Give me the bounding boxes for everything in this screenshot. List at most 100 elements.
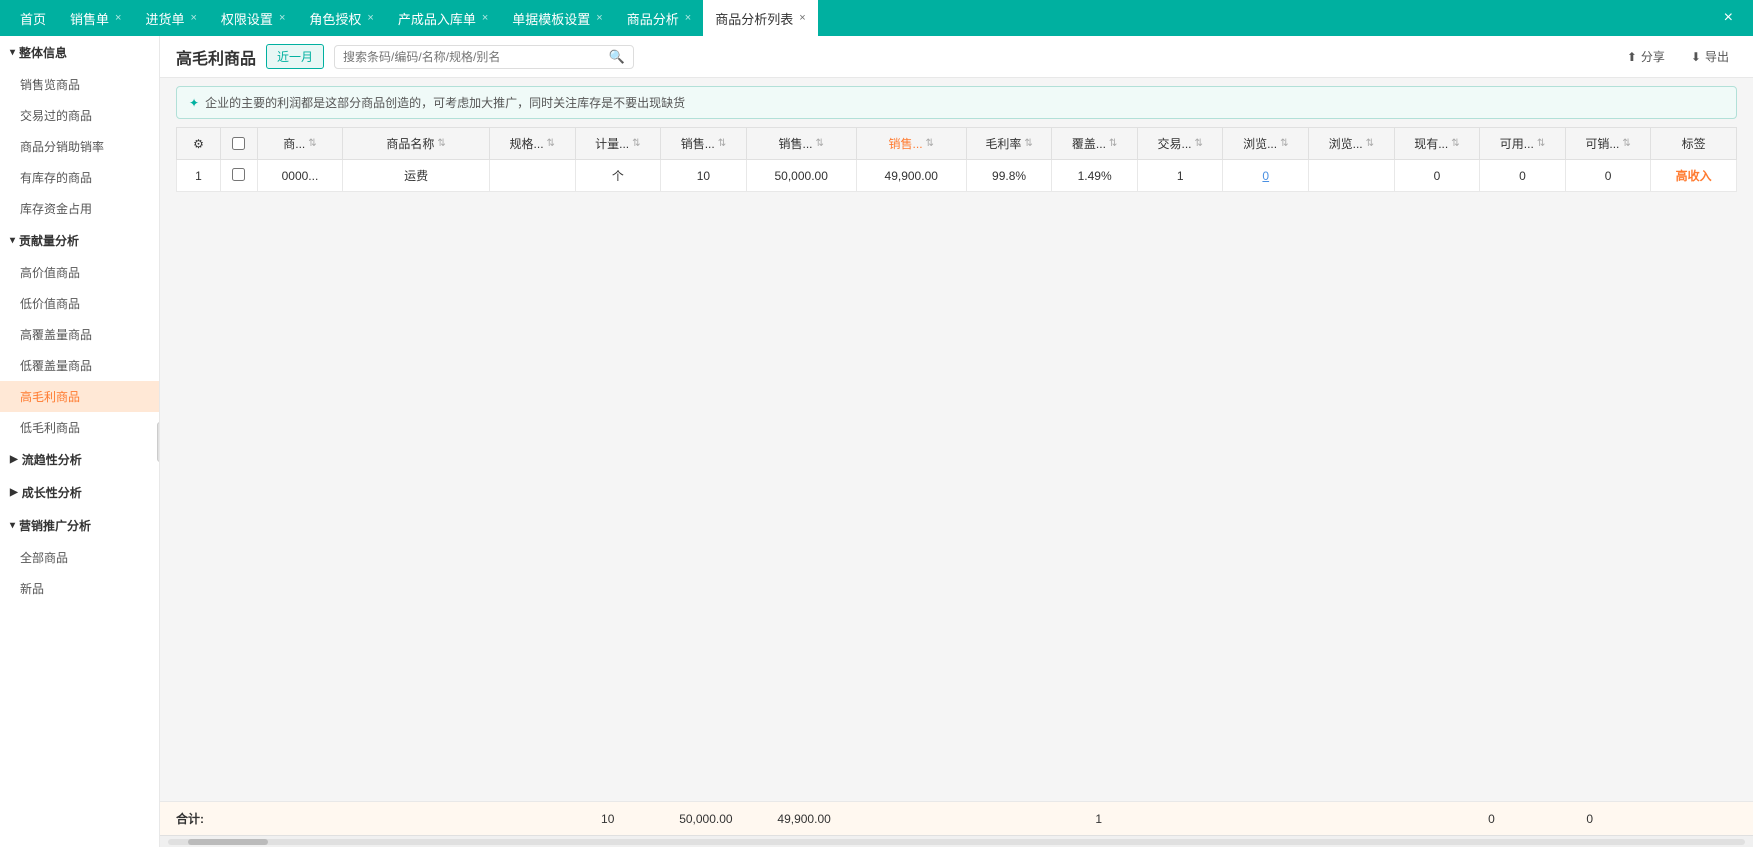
col-sales2[interactable]: 销售...⇅ bbox=[746, 128, 856, 160]
cell-unit: 个 bbox=[575, 160, 661, 192]
expand-icon: ▾ bbox=[10, 520, 15, 531]
footer-cell-sales1: 10 bbox=[559, 812, 657, 826]
share-button[interactable]: ⬆ 分享 bbox=[1619, 45, 1673, 68]
sidebar-item-high-coverage[interactable]: 高覆盖量商品 bbox=[0, 319, 159, 350]
sidebar-item-goods-assist-rate[interactable]: 商品分销助销率 bbox=[0, 131, 159, 162]
window-close-button[interactable]: × bbox=[1712, 9, 1745, 27]
close-icon[interactable]: × bbox=[190, 12, 196, 24]
col-code[interactable]: 商...⇅ bbox=[257, 128, 343, 160]
close-icon[interactable]: × bbox=[279, 12, 285, 24]
sidebar-group-contribution[interactable]: ▾ 贡献量分析 bbox=[0, 224, 159, 257]
export-icon: ⬇ bbox=[1691, 50, 1701, 64]
horizontal-scrollbar[interactable] bbox=[160, 835, 1753, 847]
sidebar-item-all-goods[interactable]: 全部商品 bbox=[0, 542, 159, 573]
col-sales1[interactable]: 销售...⇅ bbox=[661, 128, 747, 160]
col-checkbox[interactable] bbox=[221, 128, 258, 160]
cell-available: 0 bbox=[1480, 160, 1566, 192]
sidebar-group-marketing[interactable]: ▾ 营销推广分析 bbox=[0, 509, 159, 542]
cell-browse2 bbox=[1309, 160, 1395, 192]
footer-cell-transaction: 1 bbox=[1050, 812, 1148, 826]
sidebar-item-sales-goods[interactable]: 销售览商品 bbox=[0, 69, 159, 100]
cell-sales1: 10 bbox=[661, 160, 747, 192]
search-icon: 🔍 bbox=[609, 49, 625, 65]
cell-index: 1 bbox=[177, 160, 221, 192]
cell-coverage: 1.49% bbox=[1052, 160, 1138, 192]
close-icon[interactable]: × bbox=[115, 12, 121, 24]
nav-goods-analysis-list[interactable]: 商品分析列表 × bbox=[703, 0, 817, 36]
select-all-checkbox[interactable] bbox=[232, 137, 245, 150]
filter-last-month-button[interactable]: 近一月 bbox=[266, 44, 324, 69]
sidebar-item-low-coverage[interactable]: 低覆盖量商品 bbox=[0, 350, 159, 381]
scroll-track[interactable] bbox=[168, 839, 1745, 845]
sidebar-item-stock-capital[interactable]: 库存资金占用 bbox=[0, 193, 159, 224]
nav-product-storage[interactable]: 产成品入库单 × bbox=[386, 0, 500, 36]
search-box: 🔍 bbox=[334, 45, 634, 69]
col-sellable-stock[interactable]: 可销...⇅ bbox=[1565, 128, 1651, 160]
footer-cell-spacer4 bbox=[1148, 812, 1246, 826]
col-browse1[interactable]: 浏览...⇅ bbox=[1223, 128, 1309, 160]
cell-sales2: 50,000.00 bbox=[746, 160, 856, 192]
col-sales3[interactable]: 销售...⇅ bbox=[856, 128, 966, 160]
sidebar-item-traded-goods[interactable]: 交易过的商品 bbox=[0, 100, 159, 131]
col-browse2[interactable]: 浏览...⇅ bbox=[1309, 128, 1395, 160]
footer-cell-available: 0 bbox=[1442, 812, 1540, 826]
nav-role-auth[interactable]: 角色授权 × bbox=[297, 0, 385, 36]
cell-transaction: 1 bbox=[1137, 160, 1223, 192]
search-input[interactable] bbox=[343, 50, 609, 64]
nav-sales-order[interactable]: 销售单 × bbox=[58, 0, 133, 36]
cell-browse1[interactable]: 0 bbox=[1223, 160, 1309, 192]
close-icon[interactable]: × bbox=[482, 12, 488, 24]
nav-goods-analysis[interactable]: 商品分析 × bbox=[615, 0, 703, 36]
sidebar-item-in-stock-goods[interactable]: 有库存的商品 bbox=[0, 162, 159, 193]
footer-cell-sales3: 49,900.00 bbox=[755, 812, 853, 826]
footer-cell-spacer2 bbox=[853, 812, 951, 826]
sidebar-item-new-goods[interactable]: 新品 bbox=[0, 573, 159, 604]
row-checkbox[interactable] bbox=[232, 168, 245, 181]
sidebar-group-overall[interactable]: ▾ 整体信息 bbox=[0, 36, 159, 69]
close-icon[interactable]: × bbox=[799, 12, 805, 24]
col-current-stock[interactable]: 现有...⇅ bbox=[1394, 128, 1480, 160]
scroll-thumb[interactable] bbox=[188, 839, 268, 845]
table-header-row: ⚙ 商...⇅ 商品名称⇅ 规格...⇅ bbox=[177, 128, 1737, 160]
expand-icon: ▾ bbox=[10, 235, 15, 246]
sidebar: « ▾ 整体信息 销售览商品 交易过的商品 商品分销助销率 有库存的商品 库存资… bbox=[0, 36, 160, 847]
cell-sales3: 49,900.00 bbox=[856, 160, 966, 192]
footer-totals-bar: 合计: 10 50,000.00 49,900.00 1 0 0 bbox=[160, 801, 1753, 835]
footer-label: 合计: bbox=[176, 810, 296, 827]
col-settings[interactable]: ⚙ bbox=[177, 128, 221, 160]
footer-cell-spacer6 bbox=[1344, 812, 1442, 826]
close-icon[interactable]: × bbox=[685, 12, 691, 24]
sidebar-group-trend[interactable]: ▶ 流趋性分析 bbox=[0, 443, 159, 476]
sidebar-item-low-margin[interactable]: 低毛利商品 bbox=[0, 412, 159, 443]
col-coverage[interactable]: 覆盖...⇅ bbox=[1052, 128, 1138, 160]
cell-spec bbox=[489, 160, 575, 192]
export-button[interactable]: ⬇ 导出 bbox=[1683, 45, 1737, 68]
sidebar-group-growth[interactable]: ▶ 成长性分析 bbox=[0, 476, 159, 509]
col-spec[interactable]: 规格...⇅ bbox=[489, 128, 575, 160]
col-gross-rate[interactable]: 毛利率⇅ bbox=[966, 128, 1052, 160]
col-name[interactable]: 商品名称⇅ bbox=[343, 128, 490, 160]
sidebar-item-low-value[interactable]: 低价值商品 bbox=[0, 288, 159, 319]
nav-permission-settings[interactable]: 权限设置 × bbox=[209, 0, 297, 36]
table-row: 1 0000... 运费 个 10 50,000.00 49,900.00 99… bbox=[177, 160, 1737, 192]
sidebar-collapse-button[interactable]: « bbox=[157, 422, 160, 462]
sidebar-item-high-margin[interactable]: 高毛利商品 bbox=[0, 381, 159, 412]
col-transaction[interactable]: 交易...⇅ bbox=[1137, 128, 1223, 160]
sidebar-item-high-value[interactable]: 高价值商品 bbox=[0, 257, 159, 288]
footer-cells: 10 50,000.00 49,900.00 1 0 0 bbox=[296, 812, 1737, 826]
expand-icon: ▾ bbox=[10, 47, 15, 58]
nav-template-settings[interactable]: 单据模板设置 × bbox=[500, 0, 614, 36]
col-available-stock[interactable]: 可用...⇅ bbox=[1480, 128, 1566, 160]
col-unit[interactable]: 计量...⇅ bbox=[575, 128, 661, 160]
col-tag[interactable]: 标签 bbox=[1651, 128, 1737, 160]
info-icon: ✦ bbox=[189, 96, 199, 110]
nav-purchase-order[interactable]: 进货单 × bbox=[133, 0, 208, 36]
top-nav-bar: 首页 销售单 × 进货单 × 权限设置 × 角色授权 × 产成品入库单 × 单据… bbox=[0, 0, 1753, 36]
data-table: ⚙ 商...⇅ 商品名称⇅ 规格...⇅ bbox=[176, 127, 1737, 192]
cell-checkbox[interactable] bbox=[221, 160, 258, 192]
close-icon[interactable]: × bbox=[596, 12, 602, 24]
data-table-container[interactable]: ⚙ 商...⇅ 商品名称⇅ 规格...⇅ bbox=[176, 127, 1737, 801]
expand-icon: ▶ bbox=[10, 454, 18, 465]
close-icon[interactable]: × bbox=[367, 12, 373, 24]
nav-home[interactable]: 首页 bbox=[8, 0, 58, 36]
